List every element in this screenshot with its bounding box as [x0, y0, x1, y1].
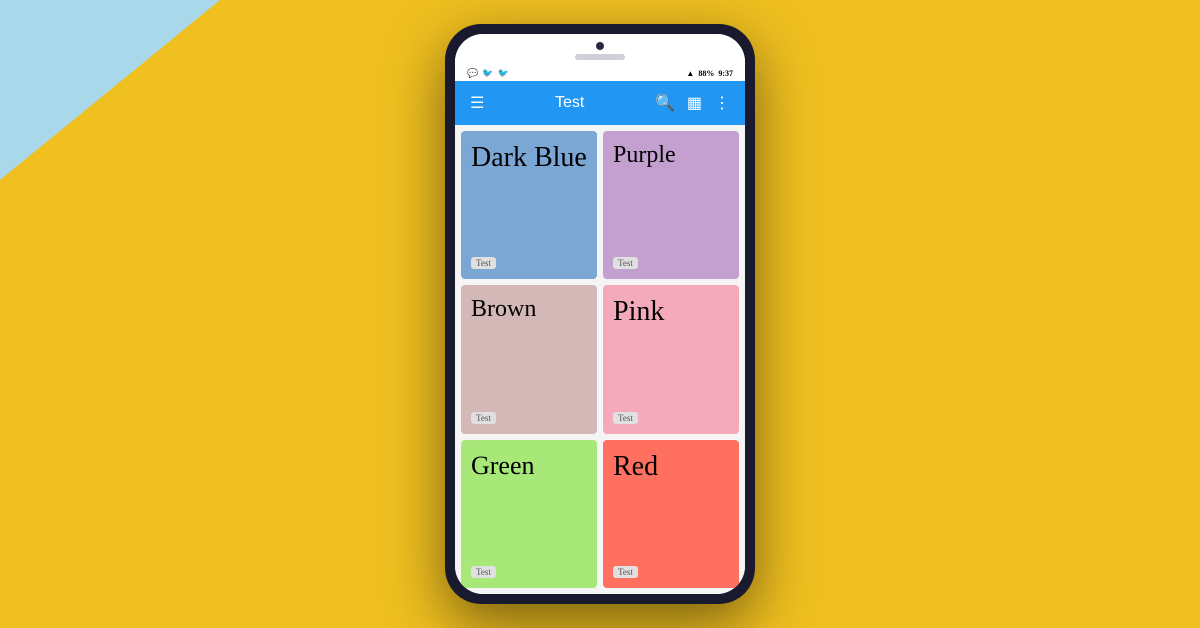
menu-icon[interactable]: ☰	[465, 93, 489, 113]
card-red-badge: Test	[613, 566, 638, 578]
card-dark-blue[interactable]: Dark Blue Test	[461, 131, 597, 279]
phone-bezel	[455, 34, 745, 66]
battery-level: 88%	[698, 69, 714, 78]
phone-screen: 💬 🐦 🐦 ▲ 88% 9:37 ☰ Test 🔍 ▦ ⋮ Dark Bl	[455, 34, 745, 594]
twitter-icon-2: 🐦	[497, 68, 508, 79]
app-title: Test	[489, 94, 650, 112]
search-icon[interactable]: 🔍	[650, 93, 680, 113]
clock: 9:37	[718, 69, 733, 78]
card-brown[interactable]: Brown Test	[461, 285, 597, 433]
wifi-icon: ▲	[686, 69, 694, 78]
card-green-badge: Test	[471, 566, 496, 578]
card-brown-badge: Test	[471, 412, 496, 424]
card-pink-title: Pink	[613, 295, 729, 329]
twitter-icon-1: 🐦	[482, 68, 493, 79]
grid-icon[interactable]: ▦	[682, 93, 707, 113]
app-bar: ☰ Test 🔍 ▦ ⋮	[455, 81, 745, 125]
card-brown-title: Brown	[471, 295, 587, 324]
phone-device: 💬 🐦 🐦 ▲ 88% 9:37 ☰ Test 🔍 ▦ ⋮ Dark Bl	[445, 24, 755, 604]
card-pink[interactable]: Pink Test	[603, 285, 739, 433]
front-camera	[596, 42, 604, 50]
status-right-info: ▲ 88% 9:37	[686, 69, 733, 78]
card-red[interactable]: Red Test	[603, 440, 739, 588]
background-corner	[0, 0, 220, 180]
message-icon: 💬	[467, 68, 478, 79]
card-purple[interactable]: Purple Test	[603, 131, 739, 279]
card-red-title: Red	[613, 450, 729, 484]
status-bar: 💬 🐦 🐦 ▲ 88% 9:37	[455, 66, 745, 81]
content-grid: Dark Blue Test Purple Test Brown Test Pi…	[455, 125, 745, 594]
status-left-icons: 💬 🐦 🐦	[467, 68, 509, 79]
card-green[interactable]: Green Test	[461, 440, 597, 588]
app-bar-right-icons: 🔍 ▦ ⋮	[650, 93, 735, 113]
more-icon[interactable]: ⋮	[709, 93, 735, 113]
card-purple-title: Purple	[613, 141, 729, 170]
card-pink-badge: Test	[613, 412, 638, 424]
card-purple-badge: Test	[613, 257, 638, 269]
card-dark-blue-title: Dark Blue	[471, 141, 587, 175]
card-green-title: Green	[471, 450, 587, 481]
card-dark-blue-badge: Test	[471, 257, 496, 269]
phone-speaker	[575, 54, 625, 60]
